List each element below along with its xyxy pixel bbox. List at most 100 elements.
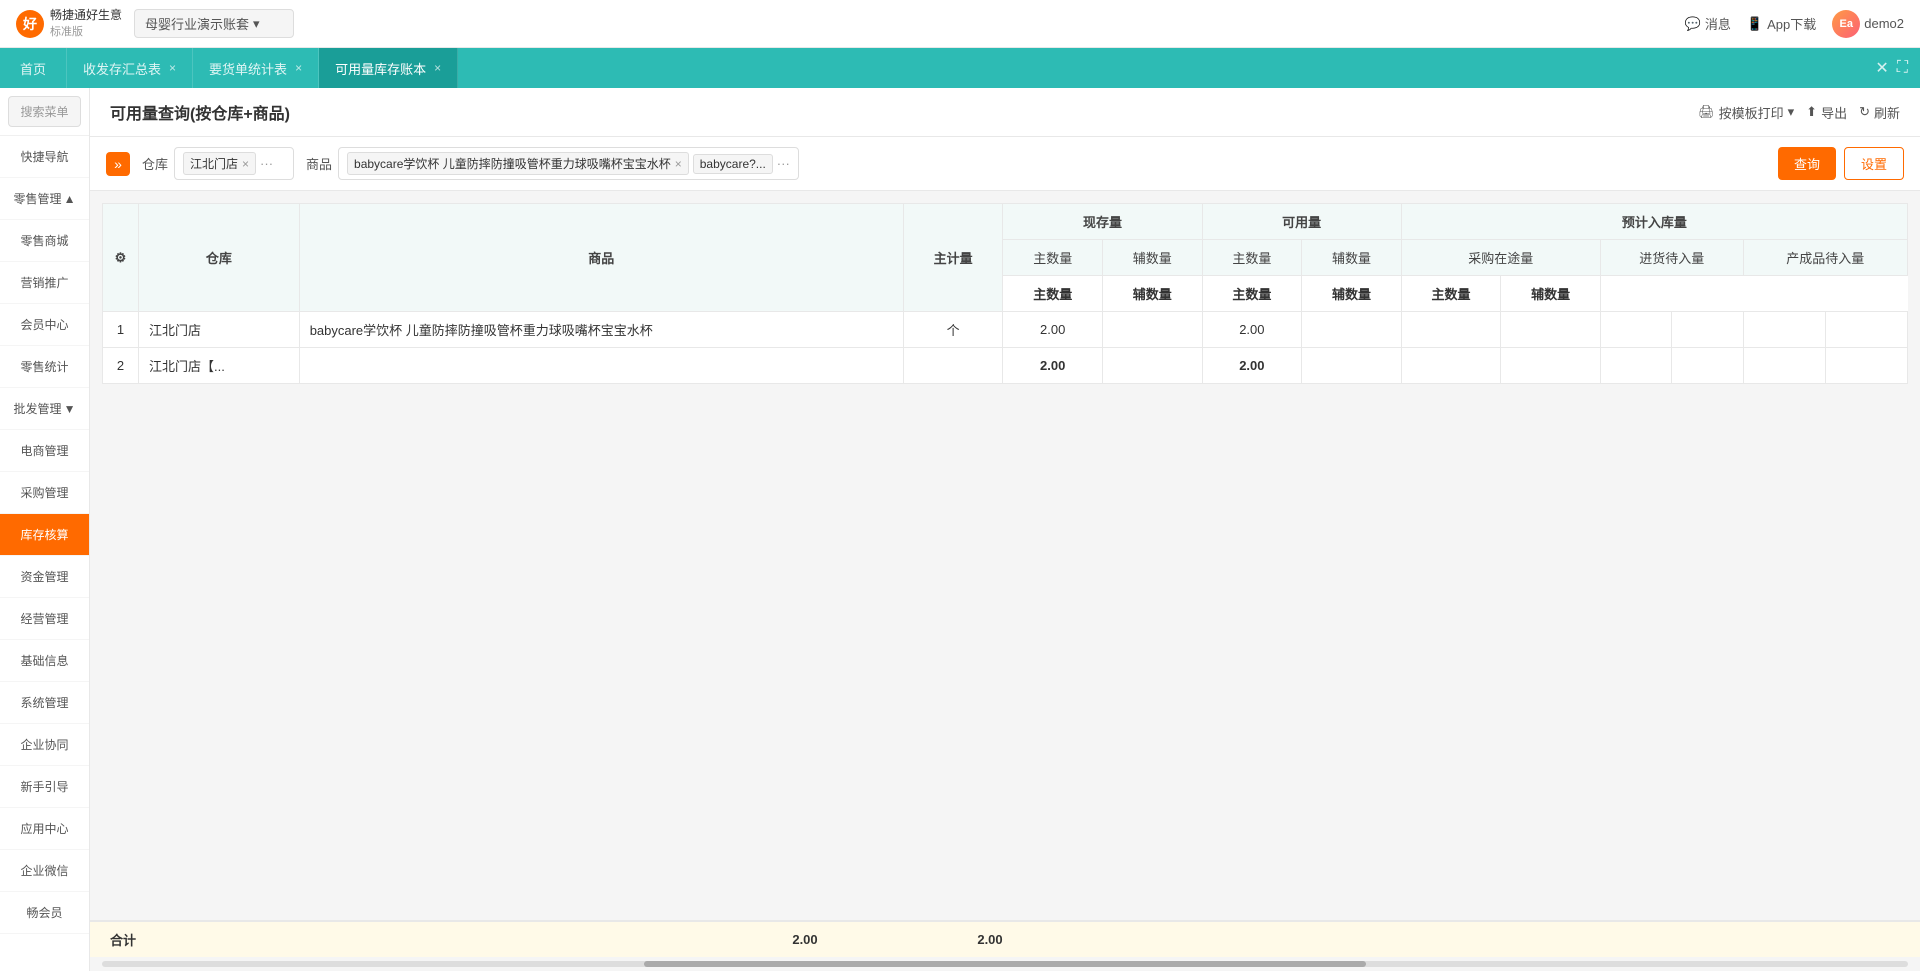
logo-text: 畅捷通好生意 (50, 8, 122, 24)
warehouse-filter-label: 仓库 (142, 154, 168, 173)
warehouse-filter-group: 仓库 江北门店 × ··· (142, 147, 294, 180)
td-row-num-2: 2 (103, 348, 139, 384)
user-name: demo2 (1864, 16, 1904, 31)
warehouse-filter-input[interactable]: 江北门店 × ··· (174, 147, 294, 180)
th-estimated-in: 预计入库量 (1401, 204, 1907, 240)
sidebar-item-retail-mgmt[interactable]: 零售管理 ▲ (0, 178, 89, 220)
sidebar-item-operations-mgmt[interactable]: 经营管理 (0, 598, 89, 640)
logo-area: 好 畅捷通好生意 标准版 (16, 8, 122, 40)
sidebar-item-finance-mgmt[interactable]: 资金管理 (0, 556, 89, 598)
product-more-icon[interactable]: ··· (777, 156, 790, 171)
tab-order-stats-close[interactable]: × (295, 61, 302, 75)
sidebar-item-retail-store[interactable]: 零售商城 (0, 220, 89, 262)
td-unit-1: 个 (903, 312, 1003, 348)
th-settings[interactable]: ⚙ (103, 204, 139, 312)
th-stock: 现存量 (1003, 204, 1202, 240)
product-tag-2: babycare?... (693, 154, 773, 174)
scrollbar-area (90, 957, 1920, 971)
td-pur-transit-main-1 (1401, 312, 1501, 348)
warehouse-tag: 江北门店 × (183, 152, 256, 175)
td-stock-main-1: 2.00 (1003, 312, 1103, 348)
sidebar-item-new-guide[interactable]: 新手引导 (0, 766, 89, 808)
app-icon: 📱 (1747, 16, 1763, 32)
product-tag-2-value: babycare?... (700, 157, 766, 171)
product-filter-input[interactable]: babycare学饮杯 儿童防摔防撞吸管杯重力球吸嘴杯宝宝水杯 × babyca… (338, 147, 799, 180)
settings-btn[interactable]: 设置 (1844, 147, 1904, 180)
window-controls: ✕ ⛶ (1863, 48, 1920, 88)
sidebar-item-retail-stats[interactable]: 零售统计 (0, 346, 89, 388)
td-pur-transit-aux-1 (1501, 312, 1601, 348)
main-layout: 搜索菜单 快捷导航 零售管理 ▲ 零售商城 营销推广 会员中心 零售统计 批发管… (0, 88, 1920, 971)
th-warehouse: 仓库 (139, 204, 300, 312)
sidebar-item-wholesale-mgmt[interactable]: 批发管理 ▼ (0, 388, 89, 430)
th-product: 商品 (299, 204, 903, 312)
export-icon: ⬆ (1806, 104, 1817, 120)
retail-mgmt-arrow: ▲ (64, 192, 76, 206)
logo-icon: 好 (16, 10, 44, 38)
sidebar-item-ecommerce-mgmt[interactable]: 电商管理 (0, 430, 89, 472)
industry-selector[interactable]: 母婴行业演示账套 (134, 9, 294, 38)
sidebar-item-vip-member[interactable]: 畅会员 (0, 892, 89, 934)
th-finished-aux: 辅数量 (1501, 276, 1601, 312)
tab-receipt-summary[interactable]: 收发存汇总表 × (67, 48, 193, 88)
td-finished-main-1 (1743, 312, 1825, 348)
th-incoming-main: 主数量 (1202, 276, 1302, 312)
td-stock-aux-2 (1103, 348, 1203, 384)
query-btn[interactable]: 查询 (1778, 147, 1836, 180)
warehouse-tag-remove-icon[interactable]: × (242, 157, 249, 171)
th-finished-main: 主数量 (1401, 276, 1501, 312)
print-chevron-icon (1788, 104, 1795, 120)
top-bar-left: 好 畅捷通好生意 标准版 母婴行业演示账套 (16, 8, 294, 40)
tab-available-stock[interactable]: 可用量库存账本 × (319, 48, 458, 88)
warehouse-more-icon[interactable]: ··· (260, 156, 273, 171)
sidebar-item-system-mgmt[interactable]: 系统管理 (0, 682, 89, 724)
refresh-btn[interactable]: ↻ 刷新 (1859, 103, 1900, 122)
th-finished-pending: 产成品待入量 (1743, 240, 1907, 276)
data-table: ⚙ 仓库 商品 主计量 现存量 可用量 预计入库量 主数量 辅数量 主数量 辅数… (102, 203, 1908, 384)
td-stock-aux-1 (1103, 312, 1203, 348)
filter-actions: 查询 设置 (1778, 147, 1904, 180)
export-btn[interactable]: ⬆ 导出 (1806, 103, 1847, 122)
sidebar-item-quick-nav[interactable]: 快捷导航 (0, 136, 89, 178)
search-menu-btn[interactable]: 搜索菜单 (8, 96, 81, 127)
th-purchase-transit: 采购在途量 (1401, 240, 1600, 276)
print-template-btn[interactable]: 🖨 按模板打印 (1698, 103, 1794, 122)
warehouse-tag-value: 江北门店 (190, 155, 238, 172)
page-title: 可用量查询(按仓库+商品) (110, 100, 290, 124)
filter-bar: » 仓库 江北门店 × ··· 商品 babycare学饮杯 儿童防摔防撞吸管杯… (90, 137, 1920, 191)
close-window-icon[interactable]: ✕ (1875, 58, 1888, 78)
message-btn[interactable]: 💬 消息 (1685, 14, 1731, 33)
td-avail-aux-2 (1302, 348, 1402, 384)
product-tag-1-remove-icon[interactable]: × (675, 157, 682, 171)
td-finished-aux-1 (1825, 312, 1907, 348)
scroll-thumb[interactable] (644, 961, 1366, 967)
td-pur-transit-main-2 (1401, 348, 1501, 384)
table-row: 1 江北门店 babycare学饮杯 儿童防摔防撞吸管杯重力球吸嘴杯宝宝水杯 个… (103, 312, 1908, 348)
sidebar-item-purchase-mgmt[interactable]: 采购管理 (0, 472, 89, 514)
filter-toggle-btn[interactable]: » (106, 152, 130, 176)
sidebar-item-app-center[interactable]: 应用中心 (0, 808, 89, 850)
tab-home[interactable]: 首页 (0, 48, 67, 88)
sidebar-item-marketing[interactable]: 营销推广 (0, 262, 89, 304)
tab-order-stats[interactable]: 要货单统计表 × (193, 48, 319, 88)
scroll-track[interactable] (102, 961, 1908, 967)
td-incoming-main-2 (1600, 348, 1671, 384)
td-avail-main-1: 2.00 (1202, 312, 1302, 348)
th-stock-main: 主数量 (1003, 240, 1103, 276)
logo-text-block: 畅捷通好生意 标准版 (50, 8, 122, 40)
th-avail-aux: 辅数量 (1302, 240, 1402, 276)
page-header: 可用量查询(按仓库+商品) 🖨 按模板打印 ⬆ 导出 ↻ 刷新 (90, 88, 1920, 137)
app-download-btn[interactable]: 📱 App下载 (1747, 14, 1816, 33)
td-finished-main-2 (1743, 348, 1825, 384)
maximize-window-icon[interactable]: ⛶ (1897, 59, 1908, 77)
sidebar-item-enterprise-collab[interactable]: 企业协同 (0, 724, 89, 766)
sidebar-item-inventory-check[interactable]: 库存核算 (0, 514, 89, 556)
sidebar-item-member-center[interactable]: 会员中心 (0, 304, 89, 346)
product-tag-1-value: babycare学饮杯 儿童防摔防撞吸管杯重力球吸嘴杯宝宝水杯 (354, 155, 671, 172)
user-area[interactable]: Ea demo2 (1832, 10, 1904, 38)
tab-available-stock-close[interactable]: × (434, 61, 441, 75)
sidebar-item-enterprise-wechat[interactable]: 企业微信 (0, 850, 89, 892)
content-area: 可用量查询(按仓库+商品) 🖨 按模板打印 ⬆ 导出 ↻ 刷新 » (90, 88, 1920, 971)
sidebar-item-basic-info[interactable]: 基础信息 (0, 640, 89, 682)
tab-receipt-summary-close[interactable]: × (169, 61, 176, 75)
